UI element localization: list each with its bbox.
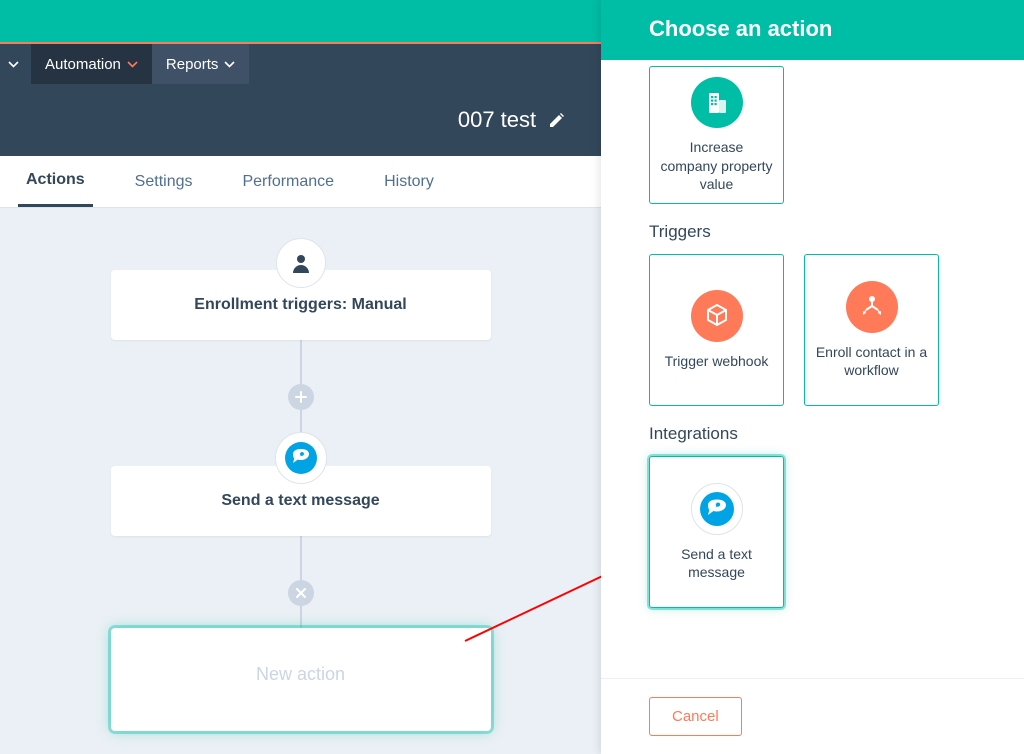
panel-footer: Cancel	[601, 678, 1024, 754]
nav-item-automation[interactable]: Automation	[31, 44, 152, 84]
connector-line	[300, 536, 302, 580]
tab-label: Settings	[135, 173, 193, 191]
person-icon	[276, 238, 326, 288]
cancel-label: Cancel	[672, 708, 719, 725]
tab-performance[interactable]: Performance	[234, 156, 342, 207]
action-enroll-workflow[interactable]: Enroll contact in a workflow	[804, 254, 939, 406]
cancel-button[interactable]: Cancel	[649, 697, 742, 736]
chevron-down-icon	[224, 61, 235, 68]
section-title-integrations: Integrations	[649, 424, 980, 444]
panel-title: Choose an action	[649, 16, 832, 42]
tab-history[interactable]: History	[376, 156, 442, 207]
section-title-triggers: Triggers	[649, 222, 980, 242]
action-label: Increase company property value	[660, 138, 773, 193]
chevron-down-icon	[8, 61, 19, 68]
nav-item-prev[interactable]	[0, 44, 31, 84]
action-chooser-panel: Choose an action Increase company proper…	[601, 0, 1024, 754]
nav-item-reports[interactable]: Reports	[152, 44, 250, 84]
workflow-title: 007 test	[458, 107, 536, 133]
action-increase-company-property[interactable]: Increase company property value	[649, 66, 784, 204]
new-action-label: New action	[256, 664, 345, 684]
action-label: Enroll contact in a workflow	[815, 343, 928, 379]
workflow-icon	[846, 281, 898, 333]
sms-icon	[691, 483, 743, 535]
tab-actions[interactable]: Actions	[18, 156, 93, 207]
edit-icon[interactable]	[548, 111, 566, 129]
action-label: Send a text message	[660, 545, 773, 581]
workflow-node-sms[interactable]: Send a text message	[111, 432, 491, 536]
action-send-text-message[interactable]: Send a text message	[649, 456, 784, 608]
sms-icon	[275, 432, 327, 484]
cube-icon	[691, 290, 743, 342]
nav-label: Reports	[166, 56, 219, 73]
panel-header: Choose an action	[601, 0, 1024, 60]
enroll-label: Enrollment triggers: Manual	[194, 296, 406, 313]
workflow-canvas: Enrollment triggers: Manual Send a text …	[0, 208, 601, 752]
sms-label: Send a text message	[221, 492, 379, 509]
tab-label: Actions	[26, 171, 85, 189]
tab-label: History	[384, 173, 434, 191]
action-trigger-webhook[interactable]: Trigger webhook	[649, 254, 784, 406]
remove-step-button[interactable]	[288, 580, 314, 606]
new-action-card[interactable]: New action	[111, 628, 491, 731]
workflow-node-enroll[interactable]: Enrollment triggers: Manual	[111, 238, 491, 340]
building-icon	[691, 77, 743, 128]
action-label: Trigger webhook	[665, 352, 769, 370]
tab-label: Performance	[242, 173, 334, 191]
nav-label: Automation	[45, 56, 121, 73]
connector-line	[300, 340, 302, 384]
add-step-button[interactable]	[288, 384, 314, 410]
tab-settings[interactable]: Settings	[127, 156, 201, 207]
connector-line	[300, 606, 302, 628]
chevron-down-icon	[127, 61, 138, 68]
connector-line	[300, 410, 302, 432]
